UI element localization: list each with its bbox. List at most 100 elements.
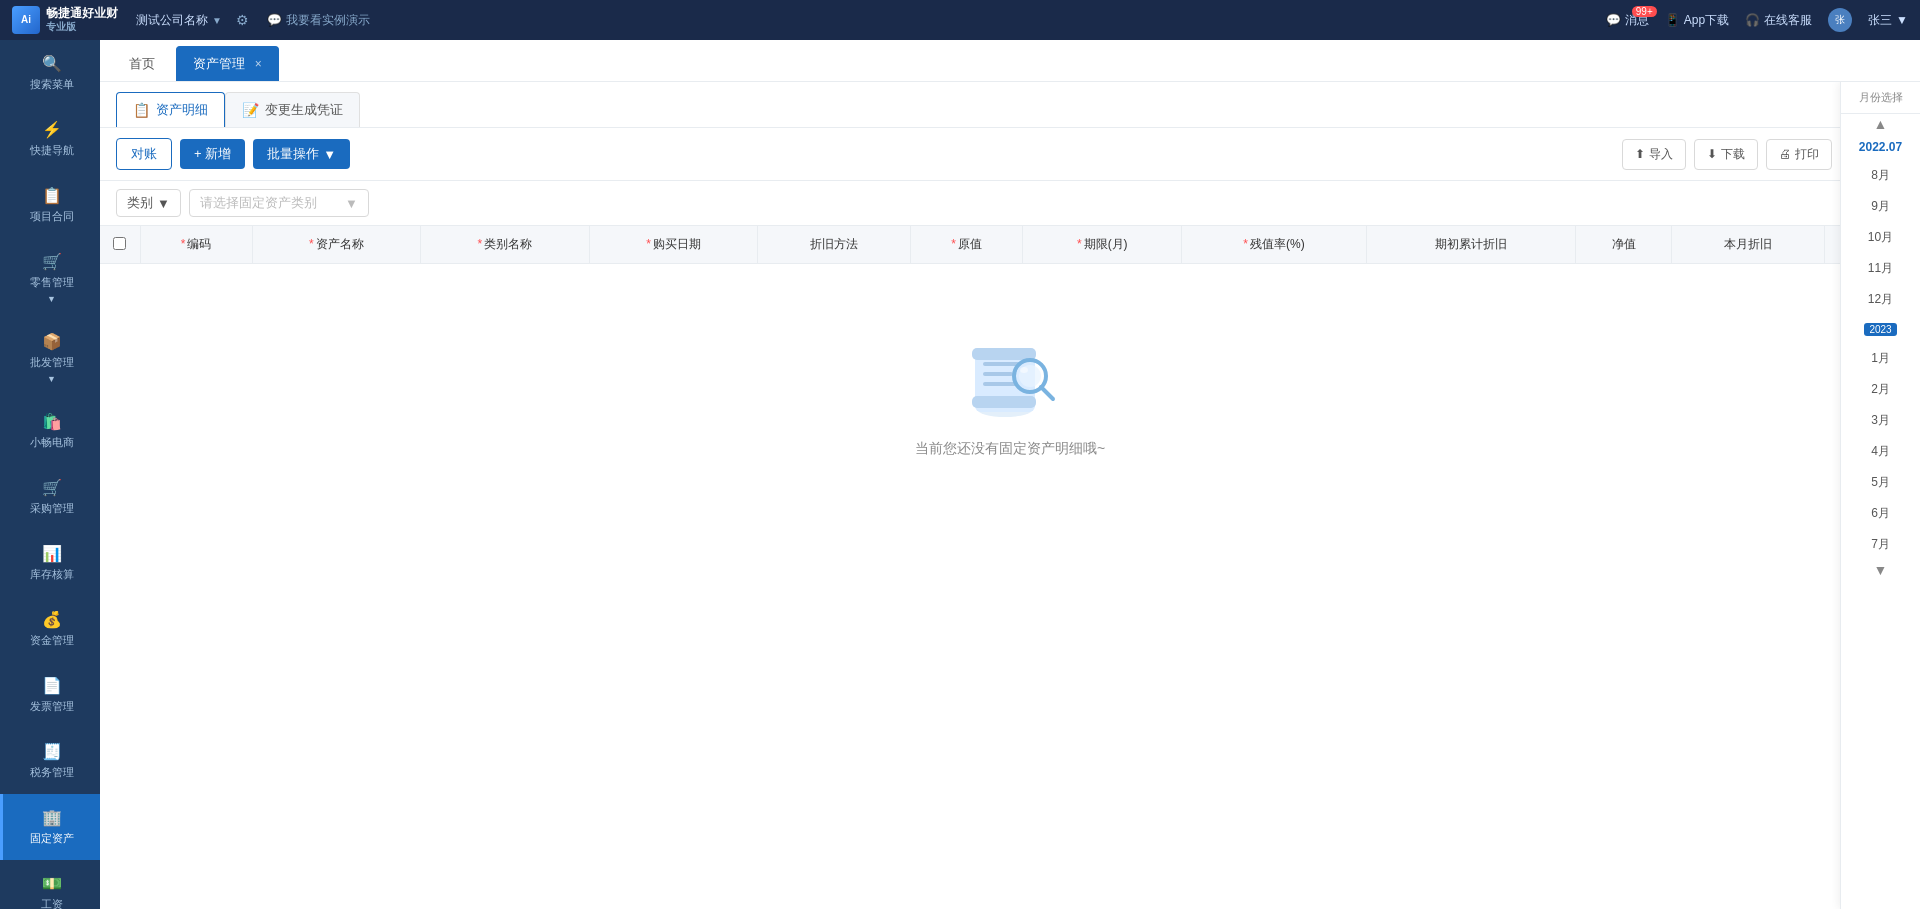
download-button[interactable]: ⬇ 下载 xyxy=(1694,139,1758,170)
inner-tab-detail[interactable]: 📋 资产明细 xyxy=(116,92,225,127)
page-content: 📋 资产明细 📝 变更生成凭证 对账 + 新增 批量操作 ▼ ⬆ xyxy=(100,82,1920,909)
table-header-row: *编码 *资产名称 *类别名称 *购买日期 折旧方法 *原值 *期限(月) *残… xyxy=(100,226,1920,264)
table-wrapper: *编码 *资产名称 *类别名称 *购买日期 折旧方法 *原值 *期限(月) *残… xyxy=(100,226,1920,909)
month-panel-header: 月份选择 xyxy=(1841,82,1920,114)
add-button[interactable]: + 新增 xyxy=(180,139,245,169)
detail-tab-icon: 📋 xyxy=(133,102,150,118)
month-item-3[interactable]: 3月 xyxy=(1841,405,1920,436)
toolbar: 对账 + 新增 批量操作 ▼ ⬆ 导入 ⬇ 下载 🖨 xyxy=(100,128,1920,181)
th-period: *期限(月) xyxy=(1023,226,1182,264)
month-item-10[interactable]: 10月 xyxy=(1841,222,1920,253)
month-item-12[interactable]: 12月 xyxy=(1841,284,1920,315)
current-year-label[interactable]: 2022.07 xyxy=(1855,134,1906,160)
category-type-select[interactable]: 类别 ▼ xyxy=(116,189,181,217)
app-download-button[interactable]: 📱 App下载 xyxy=(1665,12,1729,29)
sidebar-item-project[interactable]: 📋 项目合同 xyxy=(0,172,100,238)
messages-button[interactable]: 💬 消息 99+ xyxy=(1606,12,1649,29)
month-item-8[interactable]: 8月 xyxy=(1841,160,1920,191)
quicknav-icon: ⚡ xyxy=(42,120,62,139)
import-label: 导入 xyxy=(1649,146,1673,163)
reconcile-button[interactable]: 对账 xyxy=(116,138,172,170)
avatar[interactable]: 张 xyxy=(1828,8,1852,32)
retail-icon: 🛒 xyxy=(42,252,62,271)
sidebar-label-invoice: 发票管理 xyxy=(30,699,74,714)
month-item-5[interactable]: 5月 xyxy=(1841,467,1920,498)
month-nav-down-icon[interactable]: ▼ xyxy=(1841,560,1920,580)
month-nav-up-icon[interactable]: ▲ xyxy=(1841,114,1920,134)
sidebar-item-retail[interactable]: 🛒 零售管理 ▼ xyxy=(0,238,100,318)
sidebar-item-ecommerce[interactable]: 🛍️ 小畅电商 xyxy=(0,398,100,464)
project-icon: 📋 xyxy=(42,186,62,205)
import-button[interactable]: ⬆ 导入 xyxy=(1622,139,1686,170)
tab-assets-label: 资产管理 xyxy=(193,56,245,71)
content-area: 首页 资产管理 × 📋 资产明细 📝 变更生成凭证 xyxy=(100,40,1920,909)
th-category: *类别名称 xyxy=(421,226,590,264)
print-button[interactable]: 🖨 打印 xyxy=(1766,139,1832,170)
tab-close-icon[interactable]: × xyxy=(255,57,262,71)
settings-icon[interactable]: ⚙ xyxy=(236,12,249,28)
app-download-label: App下载 xyxy=(1684,12,1729,29)
sidebar-label-retail: 零售管理 xyxy=(30,275,74,290)
sidebar-item-finance[interactable]: 💰 资金管理 xyxy=(0,596,100,662)
wholesale-expand-icon: ▼ xyxy=(47,374,56,384)
sidebar-item-assets[interactable]: 🏢 固定资产 xyxy=(0,794,100,860)
category-input[interactable]: 请选择固定资产类别 ▼ xyxy=(189,189,369,217)
sidebar-item-search[interactable]: 🔍 搜索菜单 xyxy=(0,40,100,106)
user-name[interactable]: 张三 ▼ xyxy=(1868,12,1908,29)
month-item-7[interactable]: 7月 xyxy=(1841,529,1920,560)
invoice-icon: 📄 xyxy=(42,676,62,695)
month-item-11[interactable]: 11月 xyxy=(1841,253,1920,284)
checkbox-column-header xyxy=(100,226,140,264)
th-residual-rate: *残值率(%) xyxy=(1182,226,1366,264)
tab-home-label: 首页 xyxy=(129,56,155,71)
inner-tab-voucher[interactable]: 📝 变更生成凭证 xyxy=(225,92,360,127)
voucher-tab-icon: 📝 xyxy=(242,102,259,118)
th-accumulated-depreciation: 期初累计折旧 xyxy=(1366,226,1575,264)
sidebar-item-inventory[interactable]: 📊 库存核算 xyxy=(0,530,100,596)
finance-icon: 💰 xyxy=(42,610,62,629)
sidebar-item-invoice[interactable]: 📄 发票管理 xyxy=(0,662,100,728)
sidebar-item-tax[interactable]: 🧾 税务管理 xyxy=(0,728,100,794)
print-label: 打印 xyxy=(1795,146,1819,163)
sidebar-label-tax: 税务管理 xyxy=(30,765,74,780)
tab-home[interactable]: 首页 xyxy=(112,46,172,81)
th-original-value: *原值 xyxy=(911,226,1023,264)
demo-button[interactable]: 💬 我要看实例演示 xyxy=(267,12,370,29)
messages-badge: 99+ xyxy=(1632,6,1657,17)
sidebar-item-purchase[interactable]: 🛒 采购管理 xyxy=(0,464,100,530)
svg-rect-3 xyxy=(972,396,1036,408)
month-item-1[interactable]: 1月 xyxy=(1841,343,1920,374)
svg-point-10 xyxy=(1020,367,1028,373)
top-bar-right: 💬 消息 99+ 📱 App下载 🎧 在线客服 张 张三 ▼ xyxy=(1606,8,1908,32)
download-icon: ⬇ xyxy=(1707,147,1717,161)
batch-button[interactable]: 批量操作 ▼ xyxy=(253,139,350,169)
month-panel: 月份选择 ▲ 2022.07 8月 9月 10月 11月 12月 2023 1月… xyxy=(1840,82,1920,909)
empty-state: 当前您还没有固定资产明细哦~ xyxy=(100,264,1920,518)
year-badge-label: 2023 xyxy=(1864,323,1896,336)
month-nav: ▲ 2022.07 8月 9月 10月 11月 12月 2023 1月 2月 3… xyxy=(1841,114,1920,580)
company-chevron-icon: ▼ xyxy=(212,15,222,26)
tab-assets[interactable]: 资产管理 × xyxy=(176,46,279,81)
sidebar-item-wholesale[interactable]: 📦 批发管理 ▼ xyxy=(0,318,100,398)
select-all-checkbox[interactable] xyxy=(113,237,126,250)
headset-icon: 🎧 xyxy=(1745,13,1760,27)
month-item-6[interactable]: 6月 xyxy=(1841,498,1920,529)
sidebar-label-quicknav: 快捷导航 xyxy=(30,143,74,158)
filter-bar: 类别 ▼ 请选择固定资产类别 ▼ xyxy=(100,181,1920,226)
inventory-icon: 📊 xyxy=(42,544,62,563)
assets-icon: 🏢 xyxy=(42,808,62,827)
company-selector[interactable]: 测试公司名称 ▼ xyxy=(136,12,222,29)
sidebar-label-finance: 资金管理 xyxy=(30,633,74,648)
batch-chevron-icon: ▼ xyxy=(323,147,336,162)
retail-expand-icon: ▼ xyxy=(47,294,56,304)
month-item-9[interactable]: 9月 xyxy=(1841,191,1920,222)
sidebar-item-salary[interactable]: 💵 工资 xyxy=(0,860,100,909)
online-service-button[interactable]: 🎧 在线客服 xyxy=(1745,12,1812,29)
month-item-4[interactable]: 4月 xyxy=(1841,436,1920,467)
sidebar-item-quicknav[interactable]: ⚡ 快捷导航 xyxy=(0,106,100,172)
svg-rect-2 xyxy=(972,348,1036,360)
month-item-2[interactable]: 2月 xyxy=(1841,374,1920,405)
th-purchase-date: *购买日期 xyxy=(589,226,758,264)
ecommerce-icon: 🛍️ xyxy=(42,412,62,431)
category-input-chevron-icon: ▼ xyxy=(345,196,358,211)
